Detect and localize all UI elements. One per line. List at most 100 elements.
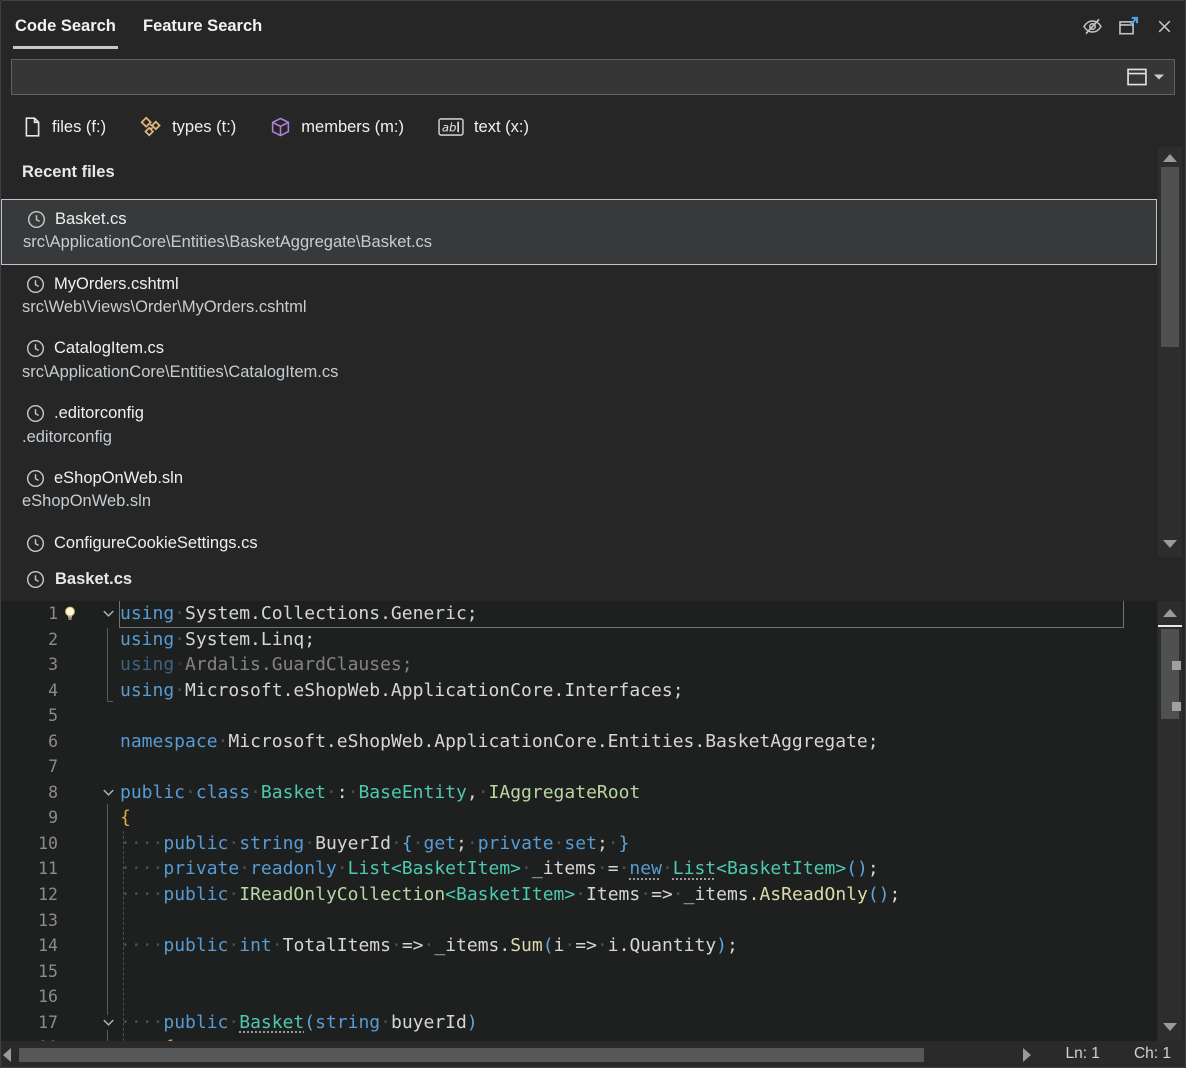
recent-file-name: Basket.cs [55,210,127,229]
fold-chevron-down-icon[interactable] [101,1015,116,1030]
hide-preview-eye-slash-icon[interactable] [1081,15,1103,37]
scrollbar-mark [1172,702,1181,711]
recent-file-name: MyOrders.cshtml [54,275,179,294]
recent-file-item[interactable]: eShopOnWeb.sln eShopOnWeb.sln [1,459,1157,524]
results-layout-dropdown[interactable] [1116,60,1174,94]
recent-clock-icon [26,275,45,294]
code-line[interactable]: 7 [1,754,1157,780]
list-scroll-up-icon[interactable] [1163,154,1177,162]
code-line[interactable]: 17 ····public·Basket(string·buyerId) [1,1010,1157,1036]
line-number: 1 [1,601,58,627]
horizontal-scrollbar-thumb[interactable] [19,1048,924,1062]
class-icon [140,116,162,138]
line-number: 12 [1,882,58,908]
line-number: 6 [1,729,58,755]
tab-code-search[interactable]: Code Search [15,1,116,51]
recent-file-path: src\ApplicationCore\Entities\CatalogItem… [22,363,1157,382]
code-line[interactable]: 8 public·class·Basket·:·BaseEntity,·IAgg… [1,780,1157,806]
line-number: 10 [1,831,58,857]
svg-text:ab: ab [442,121,457,135]
recent-files-list: Basket.cs src\ApplicationCore\Entities\B… [1,199,1157,557]
line-number: 11 [1,856,58,882]
code-preview-editor[interactable]: 1 using·System.Collections.Generic;2usin… [1,601,1157,1041]
filter-row: files (f:) types (t:) members (m:) ab [23,105,529,149]
code-line[interactable]: 9{ [1,805,1157,831]
filter-types-label: types (t:) [172,118,236,137]
recent-file-item[interactable]: .editorconfig .editorconfig [1,395,1157,460]
code-scroll-down-icon[interactable] [1163,1023,1177,1031]
recent-clock-icon [26,570,45,589]
line-number: 9 [1,805,58,831]
code-line[interactable]: 4using·Microsoft.eShopWeb.ApplicationCor… [1,678,1157,704]
status-bar: Ln: 1 Ch: 1 [1,1041,1185,1068]
fold-chevron-down-icon[interactable] [101,606,116,621]
code-line[interactable]: 10····public·string·BuyerId·{·get;·priva… [1,831,1157,857]
filter-files[interactable]: files (f:) [23,116,106,138]
preview-file-name: Basket.cs [55,570,132,589]
recent-files-header: Recent files [22,163,115,182]
recent-file-item[interactable]: MyOrders.cshtml src\Web\Views\Order\MyOr… [1,265,1157,330]
tab-feature-search[interactable]: Feature Search [143,1,262,51]
search-box [11,59,1175,95]
text-match-icon: ab [438,117,464,137]
file-icon [23,116,42,138]
line-number: 8 [1,780,58,806]
scroll-right-icon[interactable] [1023,1048,1031,1062]
line-number: 17 [1,1010,58,1036]
code-line[interactable]: 11····private·readonly·List<BasketItem>·… [1,856,1157,882]
code-line[interactable]: 5 [1,703,1157,729]
tab-bar: Code Search Feature Search [1,1,1185,55]
recent-file-item[interactable]: ConfigureCookieSettings.cs [1,524,1157,557]
lightbulb-icon[interactable] [58,601,82,627]
recent-clock-icon [26,534,45,553]
list-scrollbar[interactable] [1158,147,1182,557]
code-line[interactable]: 6namespace·Microsoft.eShopWeb.Applicatio… [1,729,1157,755]
filter-text-label: text (x:) [474,118,529,137]
caret-position-marker [1158,625,1182,627]
line-number: 3 [1,652,58,678]
code-search-window: Code Search Feature Search [0,0,1186,1068]
code-line[interactable]: 13 [1,908,1157,934]
indent-guide [123,831,124,1041]
recent-clock-icon [26,570,45,589]
recent-clock-icon [26,534,45,553]
recent-clock-icon [26,339,45,358]
line-number: 16 [1,984,58,1010]
code-scroll-up-icon[interactable] [1163,609,1177,617]
open-in-new-window-icon[interactable] [1117,15,1139,37]
code-line[interactable]: 16 [1,984,1157,1010]
scroll-left-icon[interactable] [3,1048,11,1062]
code-line[interactable]: 1 using·System.Collections.Generic; [1,601,1157,627]
recent-file-item[interactable]: CatalogItem.cs src\ApplicationCore\Entit… [1,330,1157,395]
line-number: 5 [1,703,58,729]
recent-clock-icon [26,404,45,423]
filter-members-label: members (m:) [301,118,404,137]
search-input[interactable] [12,60,1116,94]
recent-file-item[interactable]: Basket.cs src\ApplicationCore\Entities\B… [1,199,1157,265]
recent-clock-icon [26,275,45,294]
line-number: 4 [1,678,58,704]
fold-chevron-down-icon [101,1015,116,1030]
preview-header: Basket.cs [1,557,1185,601]
code-line[interactable]: 14····public·int·TotalItems·=>·_items.Su… [1,933,1157,959]
code-scrollbar[interactable] [1158,601,1182,1041]
filter-members[interactable]: members (m:) [270,116,404,138]
list-scroll-down-icon[interactable] [1163,540,1177,548]
code-line[interactable]: 12····public·IReadOnlyCollection<BasketI… [1,882,1157,908]
recent-clock-icon [26,404,45,423]
titlebar-icons [1081,15,1175,37]
code-line[interactable]: 3using·Ardalis.GuardClauses; [1,652,1157,678]
lightbulb-icon [62,605,78,622]
recent-clock-icon [27,210,46,229]
recent-file-name: eShopOnWeb.sln [54,469,183,488]
fold-chevron-down-icon[interactable] [101,785,116,800]
filter-files-label: files (f:) [52,118,106,137]
filter-text[interactable]: ab text (x:) [438,117,529,137]
code-line[interactable]: 15 [1,959,1157,985]
close-icon[interactable] [1153,15,1175,37]
horizontal-scrollbar[interactable] [1,1045,1037,1065]
cube-icon [270,116,291,138]
code-line[interactable]: 2using·System.Linq; [1,627,1157,653]
filter-types[interactable]: types (t:) [140,116,236,138]
list-scrollbar-thumb[interactable] [1161,167,1179,347]
